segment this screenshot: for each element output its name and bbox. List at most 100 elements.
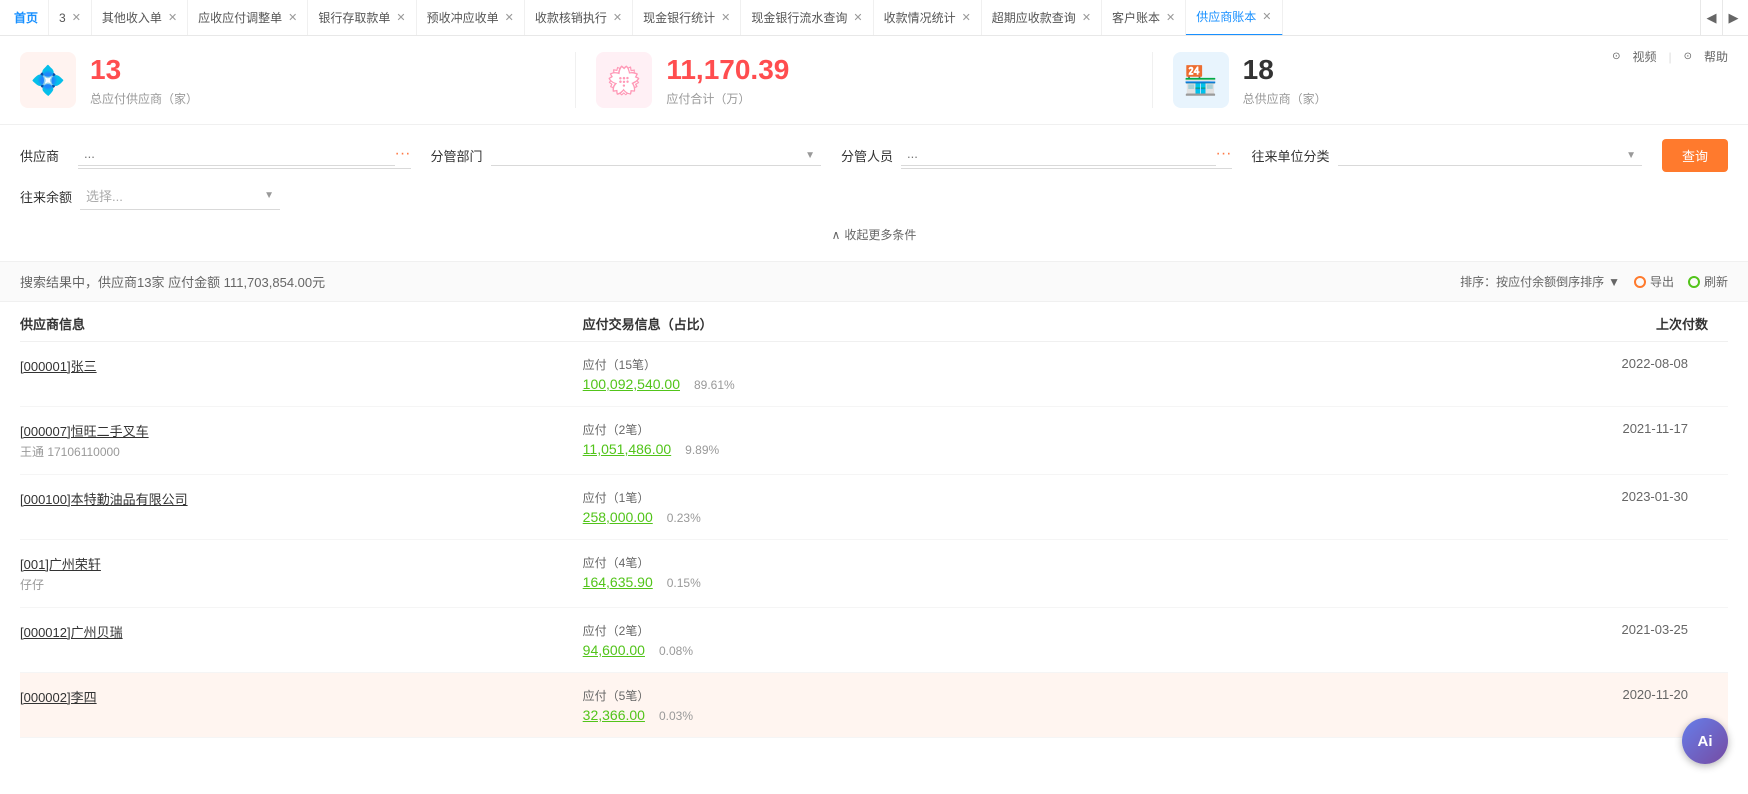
ai-button[interactable]: Ai [1682, 718, 1728, 764]
trans-label: 应付（4笔） [583, 554, 1258, 571]
nav-right-arrow[interactable]: ▶ [1722, 0, 1744, 36]
trans-label: 应付（1笔） [583, 489, 1258, 506]
stat-block-ap-total: 💮 11,170.39 应付合计（万） [575, 52, 1151, 108]
nav-tab-cash-bank-stats[interactable]: 现金银行统计 ✕ [633, 0, 741, 36]
close-icon[interactable]: ✕ [396, 11, 405, 24]
trans-amount[interactable]: 94,600.00 [583, 642, 645, 658]
col-header-supplier: 供应商信息 [20, 314, 583, 333]
nav-tab-advance-collection[interactable]: 预收冲应收单 ✕ [417, 0, 525, 36]
trans-percent: 0.15% [667, 576, 701, 590]
refresh-icon [1688, 276, 1700, 288]
refresh-button[interactable]: 刷新 [1688, 273, 1728, 290]
transaction-col: 应付（5笔） 32,366.00 0.03% [583, 687, 1258, 723]
close-icon[interactable]: ✕ [1262, 10, 1271, 23]
transaction-info: 应付（5笔） 32,366.00 0.03% [583, 687, 1258, 723]
supplier-sub-info: 仔仔 [20, 576, 583, 593]
nav-tab-overdue-query[interactable]: 超期应收款查询 ✕ [982, 0, 1102, 36]
nav-left-arrow[interactable]: ◀ [1700, 0, 1722, 36]
supplier-sub-info: 王通 17106110000 [20, 443, 583, 460]
nav-tab-customer-account[interactable]: 客户账本 ✕ [1102, 0, 1186, 36]
table-row: [000001]张三 应付（15笔） 100,092,540.00 89.61%… [20, 342, 1728, 407]
category-select[interactable]: ▼ [1338, 146, 1642, 166]
stat-number-suppliers-payable: 13 [90, 53, 555, 87]
transaction-col: 应付（15笔） 100,092,540.00 89.61% [583, 356, 1258, 392]
table-row: [001]广州荣轩 仔仔 应付（4笔） 164,635.90 0.15% [20, 540, 1728, 608]
export-icon [1634, 276, 1646, 288]
supplier-link[interactable]: [000012]广州贝瑞 [20, 625, 123, 640]
transaction-col: 应付（2笔） 94,600.00 0.08% [583, 622, 1258, 658]
last-payment-date: 2022-08-08 [1622, 352, 1709, 371]
nav-tab-collection-stats[interactable]: 收款情况统计 ✕ [874, 0, 982, 36]
nav-tab-supplier-account[interactable]: 供应商账本 ✕ [1186, 0, 1282, 36]
stat-label-ap-total: 应付合计（万） [666, 90, 1131, 107]
supplier-link[interactable]: [000001]张三 [20, 359, 97, 374]
last-payment-col: 2021-03-25 [1258, 622, 1728, 637]
collapse-button[interactable]: ∧ 收起更多条件 [832, 226, 917, 243]
last-payment-date: 2020-11-20 [1622, 683, 1708, 702]
category-label: 往来单位分类 [1252, 146, 1330, 165]
sort-select[interactable]: 排序：按应付余额倒序排序 ▼ [1460, 273, 1620, 290]
trans-label: 应付（5笔） [583, 687, 1258, 704]
balance-select-placeholder: 选择... [86, 186, 123, 205]
supplier-link[interactable]: [000002]李四 [20, 690, 97, 705]
supplier-info-col: [000001]张三 [20, 356, 583, 375]
trans-amount[interactable]: 164,635.90 [583, 574, 653, 590]
refresh-label: 刷新 [1704, 273, 1728, 290]
close-icon[interactable]: ✕ [505, 11, 514, 24]
suppliers-payable-icon: 💠 [20, 52, 76, 108]
supplier-input[interactable] [78, 142, 395, 166]
nav-tab-3[interactable]: 3 ✕ [49, 0, 92, 36]
trans-row: 32,366.00 0.03% [583, 707, 1258, 723]
supplier-more-icon[interactable]: ··· [395, 145, 411, 163]
search-area: 供应商 ··· 分管部门 ▼ 分管人员 ··· [0, 125, 1748, 262]
supplier-search-field: 供应商 ··· [20, 142, 411, 169]
trans-amount[interactable]: 32,366.00 [583, 707, 645, 723]
main-content: 💠 13 总应付供应商（家） 💮 11,170.39 应付合计（万） 🏪 18 … [0, 36, 1748, 794]
nav-tab-other-income[interactable]: 其他收入单 ✕ [92, 0, 188, 36]
person-more-icon[interactable]: ··· [1216, 145, 1232, 163]
nav-tab-3-label: 3 [59, 11, 66, 25]
close-icon[interactable]: ✕ [721, 11, 730, 24]
supplier-link[interactable]: [001]广州荣轩 [20, 557, 101, 572]
close-icon[interactable]: ✕ [168, 11, 177, 24]
help-link[interactable]: 帮助 [1704, 48, 1728, 65]
trans-amount[interactable]: 11,051,486.00 [583, 441, 672, 457]
nav-tab-receipt-check[interactable]: 收款核销执行 ✕ [525, 0, 633, 36]
trans-amount[interactable]: 258,000.00 [583, 509, 653, 525]
close-icon[interactable]: ✕ [613, 11, 622, 24]
transaction-info: 应付（2笔） 11,051,486.00 9.89% [583, 421, 1258, 457]
total-suppliers-icon: 🏪 [1173, 52, 1229, 108]
last-payment-col: 2021-11-17 [1258, 421, 1728, 436]
table-row: [000007]恒旺二手叉车 王通 17106110000 应付（2笔） 11,… [20, 407, 1728, 475]
close-icon[interactable]: ✕ [288, 11, 297, 24]
balance-select[interactable]: 选择... ▼ [80, 182, 280, 210]
nav-tab-home[interactable]: 首页 [4, 0, 49, 36]
person-input[interactable] [901, 142, 1216, 166]
person-label: 分管人员 [841, 146, 893, 165]
supplier-link[interactable]: [000007]恒旺二手叉车 [20, 424, 149, 439]
category-search-field: 往来单位分类 ▼ [1252, 146, 1643, 166]
transaction-info: 应付（4笔） 164,635.90 0.15% [583, 554, 1258, 590]
close-icon[interactable]: ✕ [72, 11, 81, 24]
query-button[interactable]: 查询 [1662, 139, 1728, 172]
nav-tab-bank-deposit[interactable]: 银行存取款单 ✕ [308, 0, 416, 36]
nav-tab-receipt-check-label: 收款核销执行 [535, 9, 607, 26]
close-icon[interactable]: ✕ [1082, 11, 1091, 24]
video-link[interactable]: 视频 [1632, 48, 1656, 65]
dept-select[interactable]: ▼ [491, 146, 821, 166]
trans-label: 应付（2笔） [583, 421, 1258, 438]
close-icon[interactable]: ✕ [1166, 11, 1175, 24]
trans-amount[interactable]: 100,092,540.00 [583, 376, 680, 392]
stat-block-suppliers-payable: 💠 13 总应付供应商（家） [20, 52, 575, 108]
nav-tab-cash-bank-flow[interactable]: 现金银行流水查询 ✕ [741, 0, 873, 36]
chevron-down-icon: ▼ [264, 190, 274, 201]
last-payment-col: 2023-01-30 [1258, 489, 1728, 504]
close-icon[interactable]: ✕ [853, 11, 862, 24]
supplier-link[interactable]: [000100]本特勤油品有限公司 [20, 492, 188, 507]
data-table: 供应商信息 应付交易信息（占比） 上次付数 [000001]张三 应付（15笔）… [0, 302, 1748, 738]
export-button[interactable]: 导出 [1634, 273, 1674, 290]
supplier-info-col: [000012]广州贝瑞 [20, 622, 583, 641]
close-icon[interactable]: ✕ [962, 11, 971, 24]
nav-tab-ap-adjust[interactable]: 应收应付调整单 ✕ [188, 0, 308, 36]
col-header-last-payment: 上次付数 [1258, 314, 1728, 333]
